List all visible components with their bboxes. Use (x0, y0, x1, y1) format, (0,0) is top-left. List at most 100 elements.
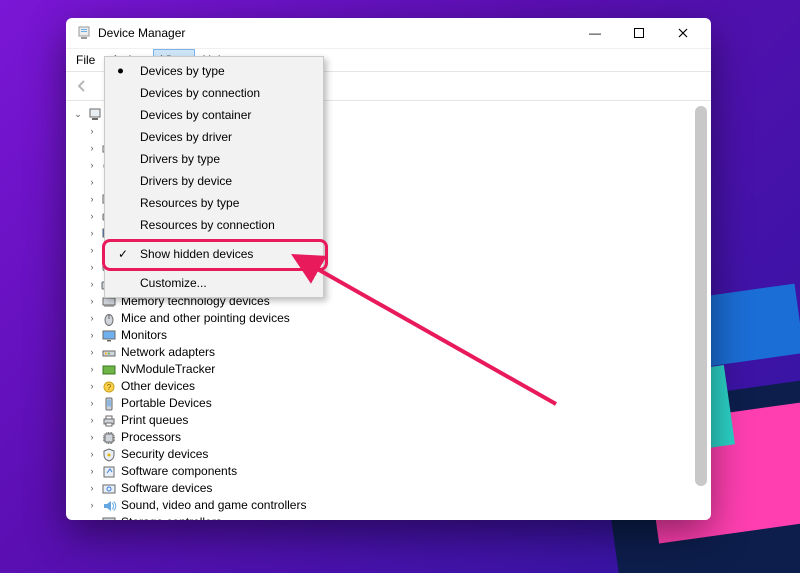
desktop-background: Device Manager — FileActionViewHelp ⌄D-S… (0, 0, 800, 573)
sound-icon (101, 498, 117, 514)
check-icon: ✓ (118, 247, 128, 261)
expand-icon[interactable]: › (86, 140, 98, 157)
storage-icon (101, 515, 117, 521)
title-bar[interactable]: Device Manager — (66, 18, 711, 48)
tree-item-software-comp[interactable]: › Software components (72, 463, 711, 480)
tree-item-label: Other devices (120, 378, 195, 395)
menu-item-customize[interactable]: Customize... (108, 272, 320, 294)
tree-item-portable[interactable]: ›Portable Devices (72, 395, 711, 412)
portable-icon (101, 396, 117, 412)
tree-item-network[interactable]: › Network adapters (72, 344, 711, 361)
software-comp-icon (101, 464, 117, 480)
menu-file[interactable]: File (68, 49, 103, 71)
tree-item-storage[interactable]: › Storage controllers (72, 514, 711, 520)
expand-icon[interactable]: › (86, 412, 98, 429)
tree-item-label: Software components (120, 463, 237, 480)
tree-item-nvidia[interactable]: › NvModuleTracker (72, 361, 711, 378)
expand-icon[interactable]: › (86, 174, 98, 191)
other-icon: ? (101, 379, 117, 395)
maximize-button[interactable] (617, 18, 661, 48)
tree-item-label: Sound, video and game controllers (120, 497, 306, 514)
menu-item-label: Resources by connection (140, 218, 275, 232)
tree-item-label: Monitors (120, 327, 167, 344)
expand-icon[interactable]: › (86, 480, 98, 497)
tree-item-label: Network adapters (120, 344, 215, 361)
expand-icon[interactable]: › (86, 378, 98, 395)
menu-item-label: Devices by container (140, 108, 251, 122)
computer-icon (87, 107, 103, 123)
tree-item-security[interactable]: › Security devices (72, 446, 711, 463)
menu-item-label: Devices by type (140, 64, 225, 78)
app-icon (76, 25, 92, 41)
expand-icon[interactable]: › (86, 259, 98, 276)
expand-icon[interactable]: › (86, 293, 98, 310)
menu-item-drivers-by-type[interactable]: Drivers by type (108, 148, 320, 170)
expand-icon[interactable]: › (86, 514, 98, 520)
menu-separator (138, 268, 318, 269)
expand-icon[interactable]: › (86, 276, 98, 293)
menu-item-devices-by-container[interactable]: Devices by container (108, 104, 320, 126)
expand-icon[interactable]: › (86, 327, 98, 344)
tree-item-label: Print queues (120, 412, 188, 429)
menu-item-devices-by-driver[interactable]: Devices by driver (108, 126, 320, 148)
expand-icon[interactable]: › (86, 157, 98, 174)
menu-item-label: Devices by driver (140, 130, 232, 144)
collapse-icon[interactable]: ⌄ (72, 106, 84, 123)
menu-item-resources-by-type[interactable]: Resources by type (108, 192, 320, 214)
tree-item-label: NvModuleTracker (120, 361, 215, 378)
menu-item-label: Show hidden devices (140, 247, 253, 261)
expand-icon[interactable]: › (86, 310, 98, 327)
arrow-left-icon (75, 79, 89, 93)
menu-item-label: Resources by type (140, 196, 239, 210)
tree-item-label: Security devices (120, 446, 208, 463)
bullet-icon (118, 69, 123, 74)
menu-item-devices-by-type[interactable]: Devices by type (108, 60, 320, 82)
menu-item-label: Drivers by device (140, 174, 232, 188)
nvidia-icon (101, 362, 117, 378)
window-title: Device Manager (98, 26, 573, 40)
menu-item-show-hidden-devices[interactable]: ✓ Show hidden devices (108, 243, 320, 265)
network-icon (101, 345, 117, 361)
mouse-icon (101, 311, 117, 327)
expand-icon[interactable]: › (86, 208, 98, 225)
menu-item-devices-by-connection[interactable]: Devices by connection (108, 82, 320, 104)
vertical-scrollbar[interactable] (695, 106, 707, 486)
close-button[interactable] (661, 18, 705, 48)
expand-icon[interactable]: › (86, 497, 98, 514)
tree-item-other[interactable]: ›? Other devices (72, 378, 711, 395)
svg-text:?: ? (107, 383, 112, 392)
tree-item-software-dev[interactable]: › Software devices (72, 480, 711, 497)
minimize-button[interactable]: — (573, 18, 617, 48)
tree-item-label: Software devices (120, 480, 212, 497)
expand-icon[interactable]: › (86, 463, 98, 480)
printer-icon (101, 413, 117, 429)
tree-item-label: Storage controllers (120, 514, 222, 520)
tree-item-sound[interactable]: › Sound, video and game controllers (72, 497, 711, 514)
expand-icon[interactable]: › (86, 446, 98, 463)
expand-icon[interactable]: › (86, 191, 98, 208)
expand-icon[interactable]: › (86, 123, 98, 140)
expand-icon[interactable]: › (86, 242, 98, 259)
tree-item-monitor[interactable]: › Monitors (72, 327, 711, 344)
menu-item-drivers-by-device[interactable]: Drivers by device (108, 170, 320, 192)
menu-item-label: Customize... (140, 276, 207, 290)
cpu-icon (101, 430, 117, 446)
tree-item-printer[interactable]: › Print queues (72, 412, 711, 429)
expand-icon[interactable]: › (86, 429, 98, 446)
expand-icon[interactable]: › (86, 225, 98, 242)
menu-item-resources-by-connection[interactable]: Resources by connection (108, 214, 320, 236)
tree-item-label: Processors (120, 429, 181, 446)
maximize-icon (634, 28, 644, 38)
close-icon (678, 28, 688, 38)
expand-icon[interactable]: › (86, 344, 98, 361)
menu-item-label: Devices by connection (140, 86, 260, 100)
tree-item-cpu[interactable]: › Processors (72, 429, 711, 446)
view-menu-dropdown: Devices by type Devices by connection Devi… (104, 56, 324, 298)
security-icon (101, 447, 117, 463)
tree-item-mouse[interactable]: › Mice and other pointing devices (72, 310, 711, 327)
expand-icon[interactable]: › (86, 395, 98, 412)
menu-item-label: Drivers by type (140, 152, 220, 166)
menu-separator (138, 239, 318, 240)
expand-icon[interactable]: › (86, 361, 98, 378)
tree-item-label: Mice and other pointing devices (120, 310, 290, 327)
